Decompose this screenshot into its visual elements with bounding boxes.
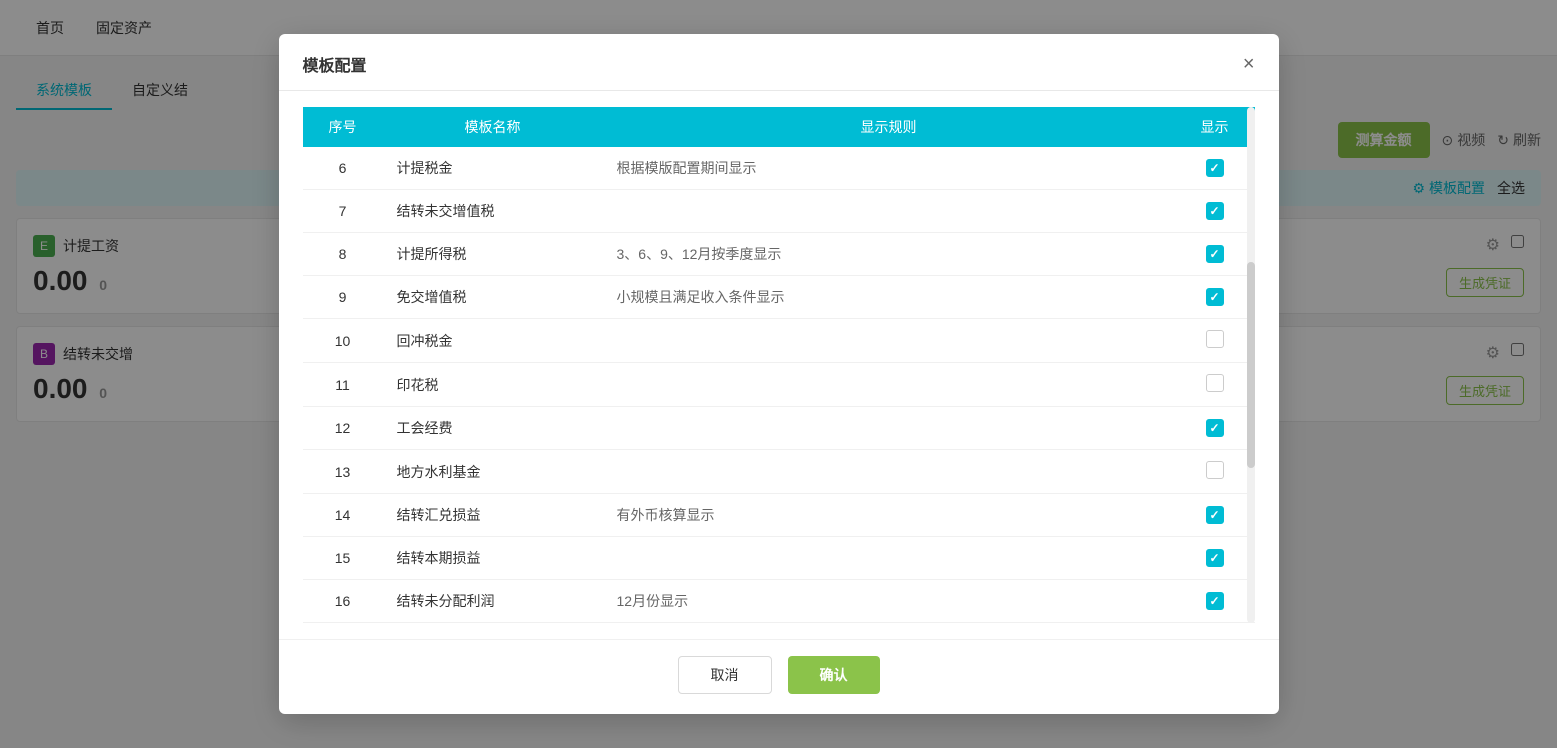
- cell-rule: 12月份显示: [603, 580, 1175, 623]
- cell-rule: [603, 190, 1175, 233]
- template-config-modal: 模板配置 × 序号 模板名称 显示规则 显示 6计提税金根据模版配置期间显: [279, 34, 1279, 714]
- col-rule: 显示规则: [603, 107, 1175, 147]
- cell-checkbox: [1175, 147, 1255, 190]
- cell-rule: [603, 363, 1175, 407]
- modal-overlay: 模板配置 × 序号 模板名称 显示规则 显示 6计提税金根据模版配置期间显: [0, 0, 1557, 748]
- cell-rule: 3、6、9、12月按季度显示: [603, 233, 1175, 276]
- row-checkbox-10[interactable]: [1206, 330, 1224, 348]
- cell-seq: 14: [303, 494, 383, 537]
- table-row: 12工会经费: [303, 407, 1255, 450]
- row-checkbox-7[interactable]: [1206, 202, 1224, 220]
- cell-checkbox: [1175, 363, 1255, 407]
- table-header: 序号 模板名称 显示规则 显示: [303, 107, 1255, 147]
- cell-name: 结转本期损益: [383, 537, 603, 580]
- cell-checkbox: [1175, 450, 1255, 494]
- cell-checkbox: [1175, 319, 1255, 363]
- modal-title: 模板配置: [303, 52, 367, 76]
- cell-seq: 11: [303, 363, 383, 407]
- cell-checkbox: [1175, 580, 1255, 623]
- cell-name: 结转未分配利润: [383, 580, 603, 623]
- modal-header: 模板配置 ×: [279, 34, 1279, 91]
- table-row: 11印花税: [303, 363, 1255, 407]
- table-body: 6计提税金根据模版配置期间显示7结转未交增值税8计提所得税3、6、9、12月按季…: [303, 147, 1255, 623]
- row-checkbox-6[interactable]: [1206, 159, 1224, 177]
- scroll-thumb[interactable]: [1247, 262, 1255, 468]
- cell-name: 免交增值税: [383, 276, 603, 319]
- modal-body: 序号 模板名称 显示规则 显示 6计提税金根据模版配置期间显示7结转未交增值税8…: [279, 91, 1279, 639]
- cell-seq: 8: [303, 233, 383, 276]
- modal-close-button[interactable]: ×: [1243, 54, 1255, 74]
- config-table: 序号 模板名称 显示规则 显示 6计提税金根据模版配置期间显示7结转未交增值税8…: [303, 107, 1255, 623]
- table-row: 10回冲税金: [303, 319, 1255, 363]
- cell-name: 工会经费: [383, 407, 603, 450]
- cell-seq: 13: [303, 450, 383, 494]
- row-checkbox-12[interactable]: [1206, 419, 1224, 437]
- cell-checkbox: [1175, 537, 1255, 580]
- col-seq: 序号: [303, 107, 383, 147]
- cell-seq: 7: [303, 190, 383, 233]
- table-row: 13地方水利基金: [303, 450, 1255, 494]
- cell-seq: 15: [303, 537, 383, 580]
- col-display: 显示: [1175, 107, 1255, 147]
- row-checkbox-15[interactable]: [1206, 549, 1224, 567]
- cell-rule: [603, 450, 1175, 494]
- cancel-button[interactable]: 取消: [678, 656, 772, 694]
- scrollbar[interactable]: [1247, 107, 1255, 623]
- cell-name: 计提所得税: [383, 233, 603, 276]
- cell-seq: 9: [303, 276, 383, 319]
- row-checkbox-16[interactable]: [1206, 592, 1224, 610]
- cell-seq: 10: [303, 319, 383, 363]
- cell-rule: 根据模版配置期间显示: [603, 147, 1175, 190]
- row-checkbox-14[interactable]: [1206, 506, 1224, 524]
- cell-name: 印花税: [383, 363, 603, 407]
- row-checkbox-13[interactable]: [1206, 461, 1224, 479]
- table-row: 9免交增值税小规模且满足收入条件显示: [303, 276, 1255, 319]
- table-row: 6计提税金根据模版配置期间显示: [303, 147, 1255, 190]
- cell-checkbox: [1175, 494, 1255, 537]
- cell-seq: 12: [303, 407, 383, 450]
- cell-name: 回冲税金: [383, 319, 603, 363]
- cell-checkbox: [1175, 233, 1255, 276]
- table-row: 7结转未交增值税: [303, 190, 1255, 233]
- modal-footer: 取消 确认: [279, 639, 1279, 714]
- cell-name: 地方水利基金: [383, 450, 603, 494]
- cell-rule: 有外币核算显示: [603, 494, 1175, 537]
- confirm-button[interactable]: 确认: [788, 656, 880, 694]
- cell-checkbox: [1175, 276, 1255, 319]
- col-name: 模板名称: [383, 107, 603, 147]
- cell-seq: 16: [303, 580, 383, 623]
- cell-name: 计提税金: [383, 147, 603, 190]
- table-row: 14结转汇兑损益有外币核算显示: [303, 494, 1255, 537]
- cell-checkbox: [1175, 190, 1255, 233]
- cell-rule: [603, 319, 1175, 363]
- table-row: 8计提所得税3、6、9、12月按季度显示: [303, 233, 1255, 276]
- row-checkbox-8[interactable]: [1206, 245, 1224, 263]
- table-row: 16结转未分配利润12月份显示: [303, 580, 1255, 623]
- table-scroll-container: 序号 模板名称 显示规则 显示 6计提税金根据模版配置期间显示7结转未交增值税8…: [303, 107, 1255, 623]
- cell-rule: [603, 407, 1175, 450]
- cell-rule: 小规模且满足收入条件显示: [603, 276, 1175, 319]
- cell-checkbox: [1175, 407, 1255, 450]
- row-checkbox-9[interactable]: [1206, 288, 1224, 306]
- table-row: 15结转本期损益: [303, 537, 1255, 580]
- cell-name: 结转未交增值税: [383, 190, 603, 233]
- cell-name: 结转汇兑损益: [383, 494, 603, 537]
- cell-rule: [603, 537, 1175, 580]
- cell-seq: 6: [303, 147, 383, 190]
- row-checkbox-11[interactable]: [1206, 374, 1224, 392]
